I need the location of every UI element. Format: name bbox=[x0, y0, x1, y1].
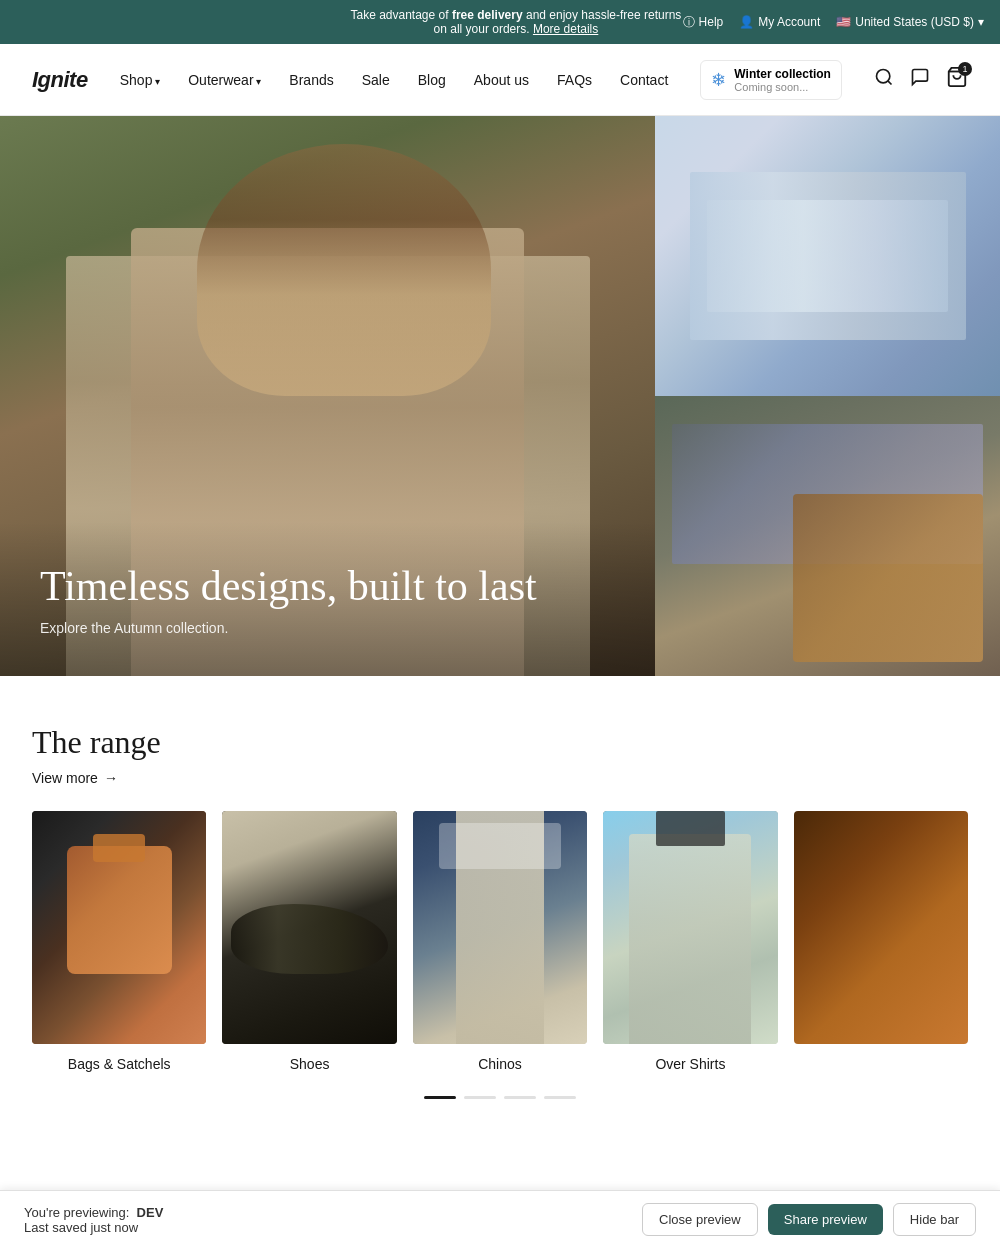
range-item-extra[interactable] bbox=[794, 811, 968, 1072]
extra-image bbox=[794, 811, 968, 1044]
header: Ignite Shop Outerwear Brands Sale Blog A… bbox=[0, 44, 1000, 116]
winter-badge-title: Winter collection bbox=[734, 67, 831, 81]
range-item-overshirts[interactable]: Over Shirts bbox=[603, 811, 777, 1072]
hero-jeans-image bbox=[655, 396, 1000, 676]
help-icon: ⓘ bbox=[683, 14, 695, 31]
bags-image bbox=[32, 811, 206, 1044]
hero-overlay: Timeless designs, built to last Explore … bbox=[0, 522, 655, 676]
cart-count: 1 bbox=[958, 62, 972, 76]
nav-contact[interactable]: Contact bbox=[620, 72, 668, 88]
cart-button[interactable]: 1 bbox=[946, 66, 968, 93]
shoes-label: Shoes bbox=[222, 1056, 396, 1072]
range-section: The range View more Bags & Satchels Shoe… bbox=[0, 676, 1000, 1163]
account-link[interactable]: 👤 My Account bbox=[739, 15, 820, 29]
range-item-shoes[interactable]: Shoes bbox=[222, 811, 396, 1072]
bags-label: Bags & Satchels bbox=[32, 1056, 206, 1072]
dot-3[interactable] bbox=[504, 1096, 536, 1099]
header-icons: 1 bbox=[874, 66, 968, 93]
svg-point-0 bbox=[876, 70, 889, 83]
announcement-link[interactable]: More details bbox=[533, 22, 598, 36]
main-nav: Shop Outerwear Brands Sale Blog About us… bbox=[120, 72, 669, 88]
search-icon bbox=[874, 67, 894, 87]
account-icon: 👤 bbox=[739, 15, 754, 29]
chat-button[interactable] bbox=[910, 67, 930, 92]
announcement-text: Take advantage of free delivery and enjo… bbox=[349, 8, 682, 36]
announcement-bold: free delivery bbox=[452, 8, 523, 22]
shoes-image bbox=[222, 811, 396, 1044]
dot-4[interactable] bbox=[544, 1096, 576, 1099]
winter-badge-subtitle: Coming soon... bbox=[734, 81, 831, 93]
hero-main-image: Timeless designs, built to last Explore … bbox=[0, 116, 655, 676]
chat-icon bbox=[910, 67, 930, 87]
search-button[interactable] bbox=[874, 67, 894, 92]
overshirts-image bbox=[603, 811, 777, 1044]
hero-subtitle: Explore the Autumn collection. bbox=[40, 620, 615, 636]
nav-brands[interactable]: Brands bbox=[289, 72, 333, 88]
overshirts-label: Over Shirts bbox=[603, 1056, 777, 1072]
winter-collection-badge[interactable]: ❄ Winter collection Coming soon... bbox=[700, 60, 842, 100]
range-grid: Bags & Satchels Shoes Chinos bbox=[32, 811, 968, 1072]
logo[interactable]: Ignite bbox=[32, 67, 88, 93]
nav-faqs[interactable]: FAQs bbox=[557, 72, 592, 88]
announcement-bar: Take advantage of free delivery and enjo… bbox=[0, 0, 1000, 44]
dot-1[interactable] bbox=[424, 1096, 456, 1099]
hero-section: Timeless designs, built to last Explore … bbox=[0, 116, 1000, 676]
chinos-image bbox=[413, 811, 587, 1044]
help-link[interactable]: ⓘ Help bbox=[683, 14, 724, 31]
range-item-chinos[interactable]: Chinos bbox=[413, 811, 587, 1072]
region-selector[interactable]: 🇺🇸 United States (USD $) ▾ bbox=[836, 15, 984, 29]
nav-outerwear[interactable]: Outerwear bbox=[188, 72, 261, 88]
view-more-link[interactable]: View more bbox=[32, 770, 118, 786]
nav-shop[interactable]: Shop bbox=[120, 72, 160, 88]
range-item-bags[interactable]: Bags & Satchels bbox=[32, 811, 206, 1072]
chevron-down-icon: ▾ bbox=[978, 15, 984, 29]
range-header: The range View more bbox=[32, 724, 968, 787]
announcement-right: ⓘ Help 👤 My Account 🇺🇸 United States (US… bbox=[683, 14, 984, 31]
range-title: The range bbox=[32, 724, 968, 761]
snowflake-icon: ❄ bbox=[711, 69, 726, 91]
chinos-label: Chinos bbox=[413, 1056, 587, 1072]
hero-title: Timeless designs, built to last bbox=[40, 562, 615, 610]
range-carousel-dots bbox=[32, 1096, 968, 1131]
nav-blog[interactable]: Blog bbox=[418, 72, 446, 88]
nav-sale[interactable]: Sale bbox=[362, 72, 390, 88]
dot-2[interactable] bbox=[464, 1096, 496, 1099]
hero-shirts-image bbox=[655, 116, 1000, 396]
nav-about-us[interactable]: About us bbox=[474, 72, 529, 88]
flag-icon: 🇺🇸 bbox=[836, 15, 851, 29]
